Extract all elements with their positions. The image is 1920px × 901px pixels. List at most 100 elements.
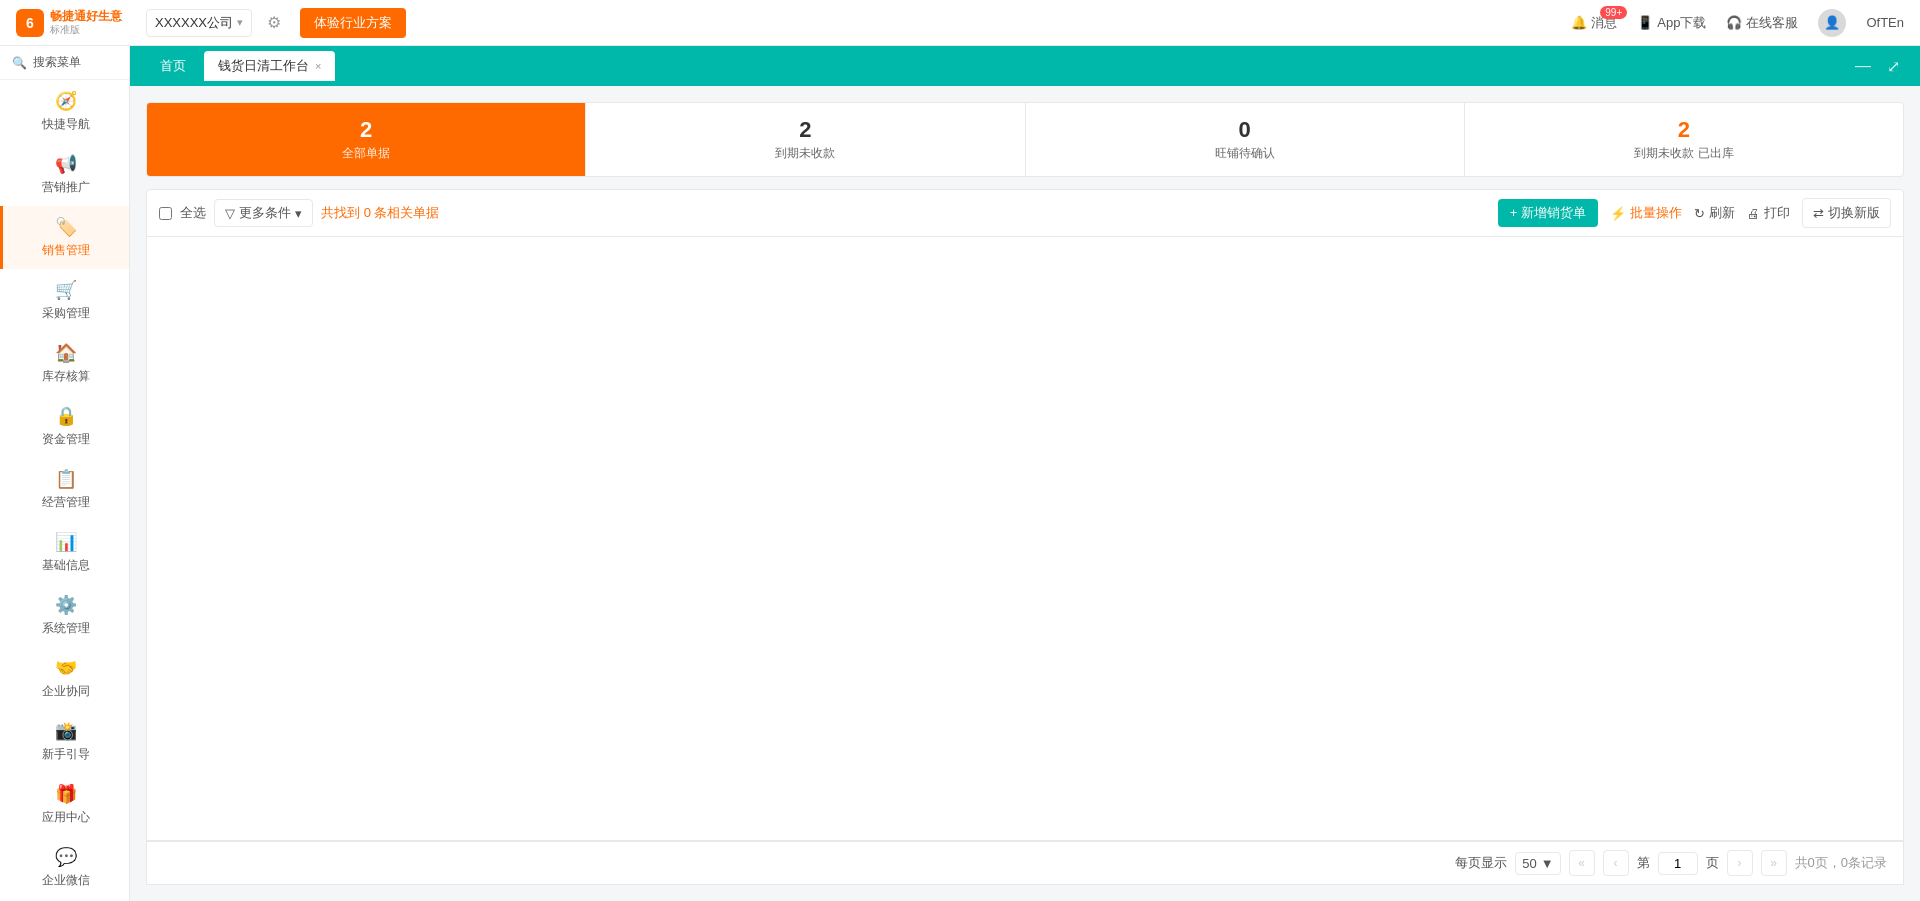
toolbar-left: 全选 ▽ 更多条件 ▾ 共找到 0 条相关单据 [159, 199, 1490, 227]
topbar-right: 🔔 消息 99+ 📱 App下载 🎧 在线客服 👤 OfTEn [1571, 9, 1904, 37]
stat-num-wangpu: 0 [1239, 117, 1251, 143]
content-area: 首页 钱货日清工作台 × — ⤢ 2 全部单据 2 到期未收款 [130, 46, 1920, 901]
sidebar-item-purchase[interactable]: 🛒 采购管理 [0, 269, 129, 332]
search-menu[interactable]: 🔍 搜索菜单 [0, 46, 129, 80]
switch-label: 切换新版 [1828, 204, 1880, 222]
app-download-label: App下载 [1657, 14, 1706, 32]
sidebar-item-quick-nav[interactable]: 🧭 快捷导航 [0, 80, 129, 143]
bell-icon: 🔔 [1571, 15, 1587, 30]
batch-operation-button[interactable]: ⚡ 批量操作 [1610, 204, 1682, 222]
stat-label-shipped: 到期未收款 已出库 [1634, 145, 1733, 162]
stat-card-overdue[interactable]: 2 到期未收款 [586, 103, 1025, 176]
logo-sub-text: 标准版 [50, 24, 122, 36]
user-avatar[interactable]: 👤 [1818, 9, 1846, 37]
prev-page-button[interactable]: ‹ [1603, 850, 1629, 876]
per-page-arrow-icon: ▼ [1541, 856, 1554, 871]
sidebar-item-marketing[interactable]: 📢 营销推广 [0, 143, 129, 206]
sidebar-item-finance[interactable]: 🔒 资金管理 [0, 395, 129, 458]
print-button[interactable]: 🖨 打印 [1747, 204, 1790, 222]
megaphone-icon: 📢 [55, 153, 77, 175]
company-selector[interactable]: XXXXXX公司 ▾ [146, 9, 252, 37]
first-page-button[interactable]: « [1569, 850, 1595, 876]
stat-label-all: 全部单据 [342, 145, 390, 162]
avatar-icon: 👤 [1818, 9, 1846, 37]
stat-card-wangpu[interactable]: 0 旺铺待确认 [1026, 103, 1465, 176]
page-number-input[interactable] [1658, 852, 1698, 875]
filter-label: 更多条件 [239, 204, 291, 222]
tab-close-icon[interactable]: × [315, 60, 321, 72]
stat-label-wangpu: 旺铺待确认 [1215, 145, 1275, 162]
compass-icon: 🧭 [55, 90, 77, 112]
stat-num-shipped: 2 [1678, 117, 1690, 143]
tab-home[interactable]: 首页 [146, 51, 200, 81]
sidebar-item-operation[interactable]: 📋 经营管理 [0, 458, 129, 521]
sidebar-label-operation: 经营管理 [42, 494, 90, 511]
switch-version-button[interactable]: ⇄ 切换新版 [1802, 198, 1891, 228]
sidebar-item-app-center[interactable]: 🎁 应用中心 [0, 773, 129, 836]
toolbar: 全选 ▽ 更多条件 ▾ 共找到 0 条相关单据 + 新增销货单 ⚡ [146, 189, 1904, 237]
main-content: 2 全部单据 2 到期未收款 0 旺铺待确认 2 到期未收款 已出库 [130, 86, 1920, 901]
next-page-button[interactable]: › [1727, 850, 1753, 876]
chevron-down-icon: ▾ [237, 16, 243, 29]
filter-result: 共找到 0 条相关单据 [321, 204, 439, 222]
settings-icon[interactable]: ⚙ [260, 9, 288, 37]
result-count: 0 [364, 205, 371, 220]
sidebar-item-enterprise[interactable]: 🤝 企业协同 [0, 647, 129, 710]
stat-label-overdue: 到期未收款 [775, 145, 835, 162]
stat-card-all[interactable]: 2 全部单据 [147, 103, 586, 176]
cart-icon: 🛒 [55, 279, 77, 301]
stat-num-overdue: 2 [799, 117, 811, 143]
trial-button[interactable]: 体验行业方案 [300, 8, 406, 38]
switch-icon: ⇄ [1813, 206, 1824, 221]
refresh-button[interactable]: ↻ 刷新 [1694, 204, 1735, 222]
page-label: 第 [1637, 854, 1650, 872]
sidebar-label-purchase: 采购管理 [42, 305, 90, 322]
chevron-down-filter-icon: ▾ [295, 206, 302, 221]
main-layout: 🔍 搜索菜单 🧭 快捷导航 📢 营销推广 🏷️ 销售管理 🛒 采购管理 🏠 库存… [0, 46, 1920, 901]
tag-icon: 🏷️ [55, 216, 77, 238]
messages-button[interactable]: 🔔 消息 99+ [1571, 14, 1617, 32]
sidebar-item-system[interactable]: ⚙️ 系统管理 [0, 584, 129, 647]
gear-icon: ⚙️ [55, 594, 77, 616]
sidebar-item-sales[interactable]: 🏷️ 销售管理 [0, 206, 129, 269]
topbar: 6 畅捷通好生意 标准版 XXXXXX公司 ▾ ⚙ 体验行业方案 🔔 消息 99… [0, 0, 1920, 46]
select-all-label: 全选 [180, 204, 206, 222]
refresh-icon: ↻ [1694, 206, 1705, 221]
select-all-checkbox[interactable] [159, 207, 172, 220]
sidebar-label-inventory: 库存核算 [42, 368, 90, 385]
sidebar-item-guide[interactable]: 📸 新手引导 [0, 710, 129, 773]
sidebar-label-system: 系统管理 [42, 620, 90, 637]
total-info: 共0页，0条记录 [1795, 854, 1887, 872]
app-download-button[interactable]: 📱 App下载 [1637, 14, 1706, 32]
per-page-select[interactable]: 50 ▼ [1515, 852, 1560, 875]
refresh-label: 刷新 [1709, 204, 1735, 222]
sidebar-item-weixin[interactable]: 💬 企业微信 [0, 836, 129, 899]
result-suffix: 条相关单据 [374, 205, 439, 220]
user-name[interactable]: OfTEn [1866, 15, 1904, 30]
toolbar-right: + 新增销货单 ⚡ 批量操作 ↻ 刷新 🖨 打印 ⇄ [1498, 198, 1891, 228]
stat-num-all: 2 [360, 117, 372, 143]
filter-button[interactable]: ▽ 更多条件 ▾ [214, 199, 313, 227]
tab-expand-button[interactable]: ⤢ [1883, 57, 1904, 76]
company-name: XXXXXX公司 [155, 14, 233, 32]
sidebar-item-inventory[interactable]: 🏠 库存核算 [0, 332, 129, 395]
lock-icon: 🔒 [55, 405, 77, 427]
new-sales-order-button[interactable]: + 新增销货单 [1498, 199, 1598, 227]
sidebar-label-quick-nav: 快捷导航 [42, 116, 90, 133]
logo-main-text: 畅捷通好生意 [50, 9, 122, 23]
table-empty [147, 237, 1903, 637]
stat-card-shipped[interactable]: 2 到期未收款 已出库 [1465, 103, 1903, 176]
sidebar-label-weixin: 企业微信 [42, 872, 90, 889]
wechat-icon: 💬 [55, 846, 77, 868]
batch-label: 批量操作 [1630, 204, 1682, 222]
tab-workbench[interactable]: 钱货日清工作台 × [204, 51, 335, 81]
filter-icon: ▽ [225, 206, 235, 221]
online-service-button[interactable]: 🎧 在线客服 [1726, 14, 1798, 32]
last-page-button[interactable]: » [1761, 850, 1787, 876]
search-menu-label: 搜索菜单 [33, 54, 81, 71]
sidebar-item-basic-info[interactable]: 📊 基础信息 [0, 521, 129, 584]
handshake-icon: 🤝 [55, 657, 77, 679]
tab-minimize-button[interactable]: — [1851, 57, 1875, 76]
logo: 6 畅捷通好生意 标准版 [16, 9, 146, 37]
service-icon: 🎧 [1726, 15, 1742, 30]
